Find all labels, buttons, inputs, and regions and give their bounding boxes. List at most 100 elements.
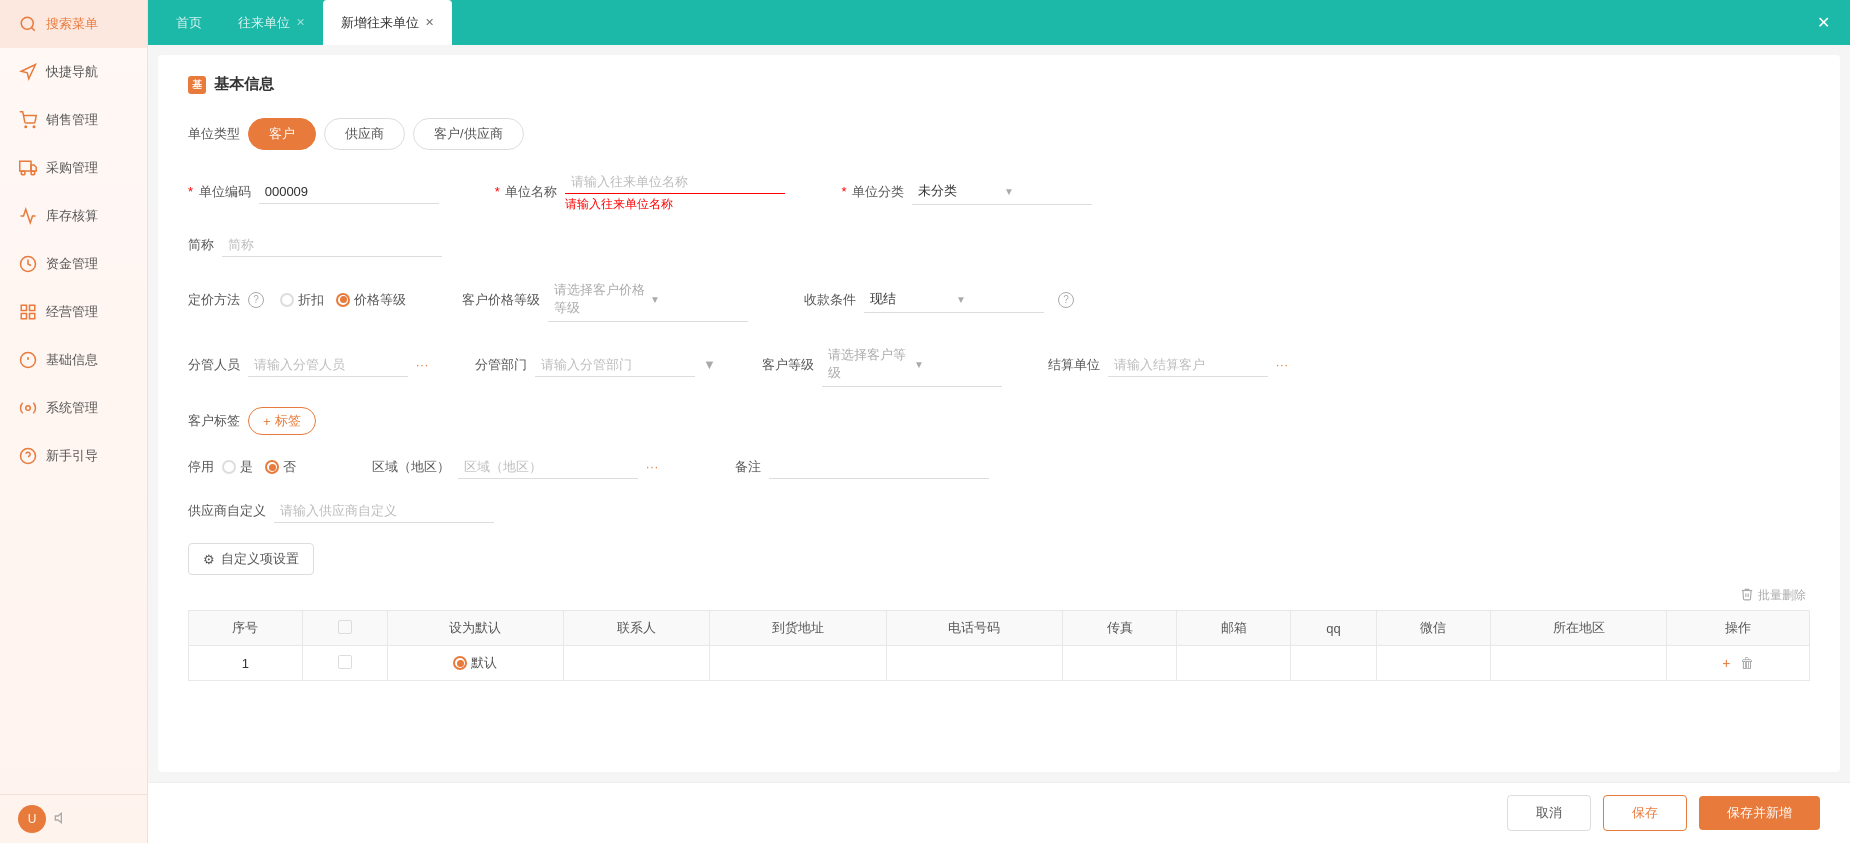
code-input[interactable] [259,180,439,204]
short-name-row: 简称 [188,233,1810,257]
dept-input[interactable] [535,353,695,377]
unit-btn-supplier[interactable]: 供应商 [324,118,405,150]
save-new-button[interactable]: 保存并新增 [1699,796,1820,830]
name-input[interactable] [565,170,785,194]
radio-yes-label: 是 [240,458,253,476]
payment-terms-select[interactable]: 现结 ▼ [864,286,1044,313]
tab-partner[interactable]: 往来单位 ✕ [220,0,323,45]
tab-home-label: 首页 [176,14,202,32]
row-delete-btn[interactable]: 🗑 [1740,655,1754,671]
short-name-input[interactable] [222,233,442,257]
sidebar-item-finance[interactable]: 资金管理 [0,240,147,288]
unit-type-label: 单位类型 [188,125,240,143]
price-level-placeholder: 请选择客户价格等级 [554,281,646,317]
sidebar-item-management[interactable]: 经营管理 [0,288,147,336]
cancel-button[interactable]: 取消 [1507,795,1591,831]
sidebar-item-search[interactable]: 搜索菜单 [0,0,147,48]
sidebar-item-inventory[interactable]: 库存核算 [0,192,147,240]
section-title-text: 基本信息 [214,75,274,94]
code-label: * 单位编码 [188,183,251,201]
name-error-msg: 请输入往来单位名称 [565,196,785,213]
pricing-help-icon[interactable]: ? [248,292,264,308]
tab-partner-close[interactable]: ✕ [296,16,305,29]
price-level-select[interactable]: 请选择客户价格等级 ▼ [548,277,748,322]
region-more-icon[interactable]: ··· [646,460,659,474]
supplier-custom-input[interactable] [274,499,494,523]
custom-settings-btn[interactable]: ⚙ 自定义项设置 [188,543,314,575]
th-actions: 操作 [1667,611,1810,646]
pricing-radio-level[interactable]: 价格等级 [336,291,406,309]
unit-type-field: 单位类型 客户 供应商 客户/供应商 [188,118,524,150]
customer-level-select[interactable]: 请选择客户等级 ▼ [822,342,1002,387]
th-region: 所在地区 [1490,611,1667,646]
tab-bar: 首页 往来单位 ✕ 新增往来单位 ✕ ✕ [148,0,1850,45]
batch-delete-btn[interactable]: 批量删除 [1740,587,1806,604]
settlement-more-icon[interactable]: ··· [1276,358,1289,372]
price-level-arrow: ▼ [650,294,742,305]
row-default-radio[interactable]: 默认 [398,654,554,672]
svg-point-6 [21,171,25,175]
name-label: * 单位名称 [495,183,558,201]
payment-terms-arrow: ▼ [956,294,1038,305]
th-contact: 联系人 [564,611,709,646]
radio-no-label: 否 [283,458,296,476]
finance-icon [18,254,38,274]
category-field: * 单位分类 未分类 ▼ [841,178,1092,205]
tag-add-btn[interactable]: + 标签 [248,407,316,435]
region-input[interactable] [458,455,638,479]
svg-marker-18 [55,813,61,822]
row-wechat [1376,646,1490,681]
th-checkbox [302,611,387,646]
sidebar-item-nav[interactable]: 快捷导航 [0,48,147,96]
th-phone: 电话号码 [886,611,1063,646]
th-wechat: 微信 [1376,611,1490,646]
section-title-icon: 基 [188,76,206,94]
dept-arrow: ▼ [703,357,716,372]
tag-label: 客户标签 [188,412,240,430]
row-select-checkbox[interactable] [338,655,352,669]
dept-label: 分管部门 [475,356,527,374]
tab-new-partner-close[interactable]: ✕ [425,16,434,29]
tab-partner-label: 往来单位 [238,14,290,32]
sidebar-item-inventory-label: 库存核算 [46,207,98,225]
tab-home[interactable]: 首页 [158,0,220,45]
sidebar-item-sales[interactable]: 销售管理 [0,96,147,144]
dept-field: 分管部门 ▼ [475,353,716,377]
row-phone [886,646,1063,681]
manager-more-icon[interactable]: ··· [416,358,429,372]
select-all-checkbox[interactable] [338,620,352,634]
note-input[interactable] [769,455,989,479]
customer-level-label: 客户等级 [762,356,814,374]
tag-add-icon: + [263,414,271,429]
contact-table: 序号 设为默认 联系人 到货地址 电话号码 传真 邮箱 qq 微信 所在地区 操… [188,610,1810,681]
payment-terms-label: 收款条件 [804,291,856,309]
sidebar-item-system[interactable]: 系统管理 [0,384,147,432]
disabled-no[interactable]: 否 [265,458,296,476]
sidebar-item-management-label: 经营管理 [46,303,98,321]
disabled-field: 停用 是 否 [188,458,296,476]
disabled-yes[interactable]: 是 [222,458,253,476]
payment-help-icon[interactable]: ? [1058,292,1074,308]
unit-btn-customer[interactable]: 客户 [248,118,316,150]
row-index: 1 [189,646,303,681]
pricing-radio-discount[interactable]: 折扣 [280,291,324,309]
pricing-label: 定价方法 [188,291,240,309]
tab-bar-close[interactable]: ✕ [1807,13,1840,32]
sidebar-item-finance-label: 资金管理 [46,255,98,273]
sidebar-item-basic-info[interactable]: 基础信息 [0,336,147,384]
sidebar-item-guide-label: 新手引导 [46,447,98,465]
manager-input[interactable] [248,353,408,377]
unit-btn-both[interactable]: 客户/供应商 [413,118,524,150]
settlement-input[interactable] [1108,353,1268,377]
sidebar-item-guide[interactable]: 新手引导 [0,432,147,480]
basic-info-icon [18,350,38,370]
save-button[interactable]: 保存 [1603,795,1687,831]
category-select[interactable]: 未分类 ▼ [912,178,1092,205]
sidebar-item-purchase[interactable]: 采购管理 [0,144,147,192]
table-header-row: 序号 设为默认 联系人 到货地址 电话号码 传真 邮箱 qq 微信 所在地区 操… [189,611,1810,646]
sales-icon [18,110,38,130]
tab-new-partner[interactable]: 新增往来单位 ✕ [323,0,452,45]
row-add-btn[interactable]: + [1722,655,1730,671]
main-area: 首页 往来单位 ✕ 新增往来单位 ✕ ✕ 基 基本信息 单位类型 客户 供应商 … [148,0,1850,843]
code-name-row: * 单位编码 * 单位名称 请输入往来单位名称 * 单位分类 [188,170,1810,213]
